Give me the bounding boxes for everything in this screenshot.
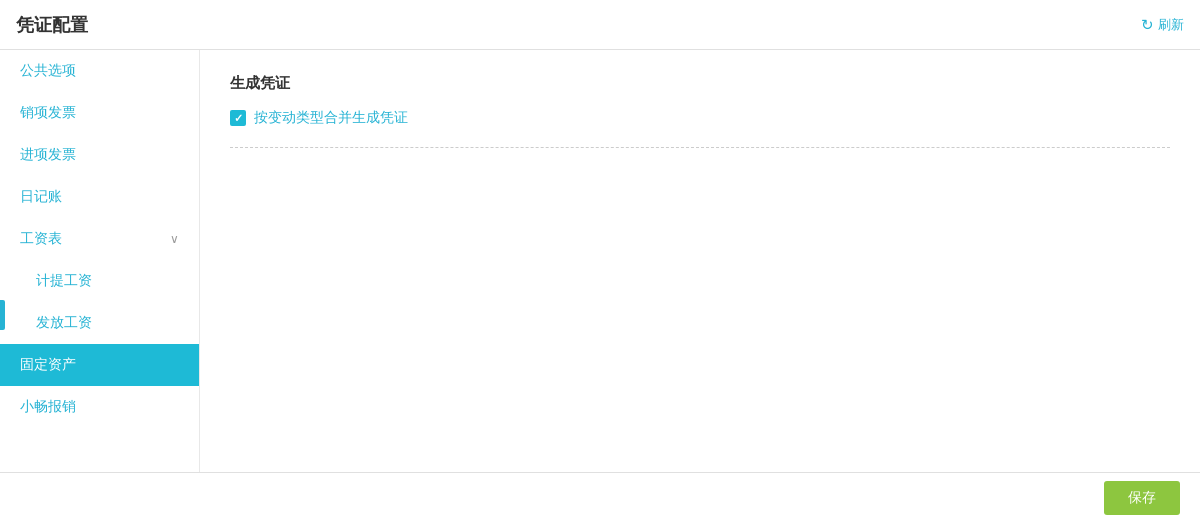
checkbox-label: 按变动类型合并生成凭证	[254, 109, 408, 127]
divider	[230, 147, 1170, 148]
footer: 保存	[0, 472, 1200, 522]
sidebar-item-label: 销项发票	[20, 104, 76, 122]
merge-checkbox[interactable]	[230, 110, 246, 126]
main-content: 生成凭证 按变动类型合并生成凭证	[200, 50, 1200, 472]
sidebar-item-payroll[interactable]: 工资表 ∨	[0, 218, 199, 260]
refresh-button[interactable]: 刷新	[1141, 16, 1184, 34]
header: 凭证配置 刷新	[0, 0, 1200, 50]
sidebar-item-payroll-calc[interactable]: 计提工资	[0, 260, 199, 302]
sidebar: 公共选项销项发票进项发票日记账工资表 ∨ 计提工资发放工资固定资产小畅报销	[0, 50, 200, 472]
checkbox-row: 按变动类型合并生成凭证	[230, 109, 1170, 127]
scroll-indicator	[0, 300, 5, 330]
sidebar-item-label: 固定资产	[20, 356, 76, 374]
sidebar-item-payroll-pay[interactable]: 发放工资	[0, 302, 199, 344]
body: 公共选项销项发票进项发票日记账工资表 ∨ 计提工资发放工资固定资产小畅报销 生成凭证…	[0, 50, 1200, 472]
sidebar-item-journal[interactable]: 日记账	[0, 176, 199, 218]
page-title: 凭证配置	[16, 13, 88, 37]
sidebar-item-purchase-invoice[interactable]: 进项发票	[0, 134, 199, 176]
sidebar-item-label: 发放工资	[36, 314, 92, 332]
sidebar-item-public-options[interactable]: 公共选项	[0, 50, 199, 92]
sidebar-item-expense[interactable]: 小畅报销	[0, 386, 199, 428]
page-wrapper: 凭证配置 刷新 公共选项销项发票进项发票日记账工资表 ∨ 计提工资发放工资固定资产小…	[0, 0, 1200, 522]
save-button[interactable]: 保存	[1104, 481, 1180, 515]
chevron-down-icon: ∨	[170, 232, 179, 246]
sidebar-item-label: 日记账	[20, 188, 62, 206]
sidebar-item-label: 工资表	[20, 230, 62, 248]
sidebar-item-label: 小畅报销	[20, 398, 76, 416]
sidebar-item-label: 计提工资	[36, 272, 92, 290]
sidebar-item-sales-invoice[interactable]: 销项发票	[0, 92, 199, 134]
sidebar-item-label: 公共选项	[20, 62, 76, 80]
sidebar-item-label: 进项发票	[20, 146, 76, 164]
sidebar-item-fixed-assets[interactable]: 固定资产	[0, 344, 199, 386]
section-title: 生成凭证	[230, 74, 1170, 93]
